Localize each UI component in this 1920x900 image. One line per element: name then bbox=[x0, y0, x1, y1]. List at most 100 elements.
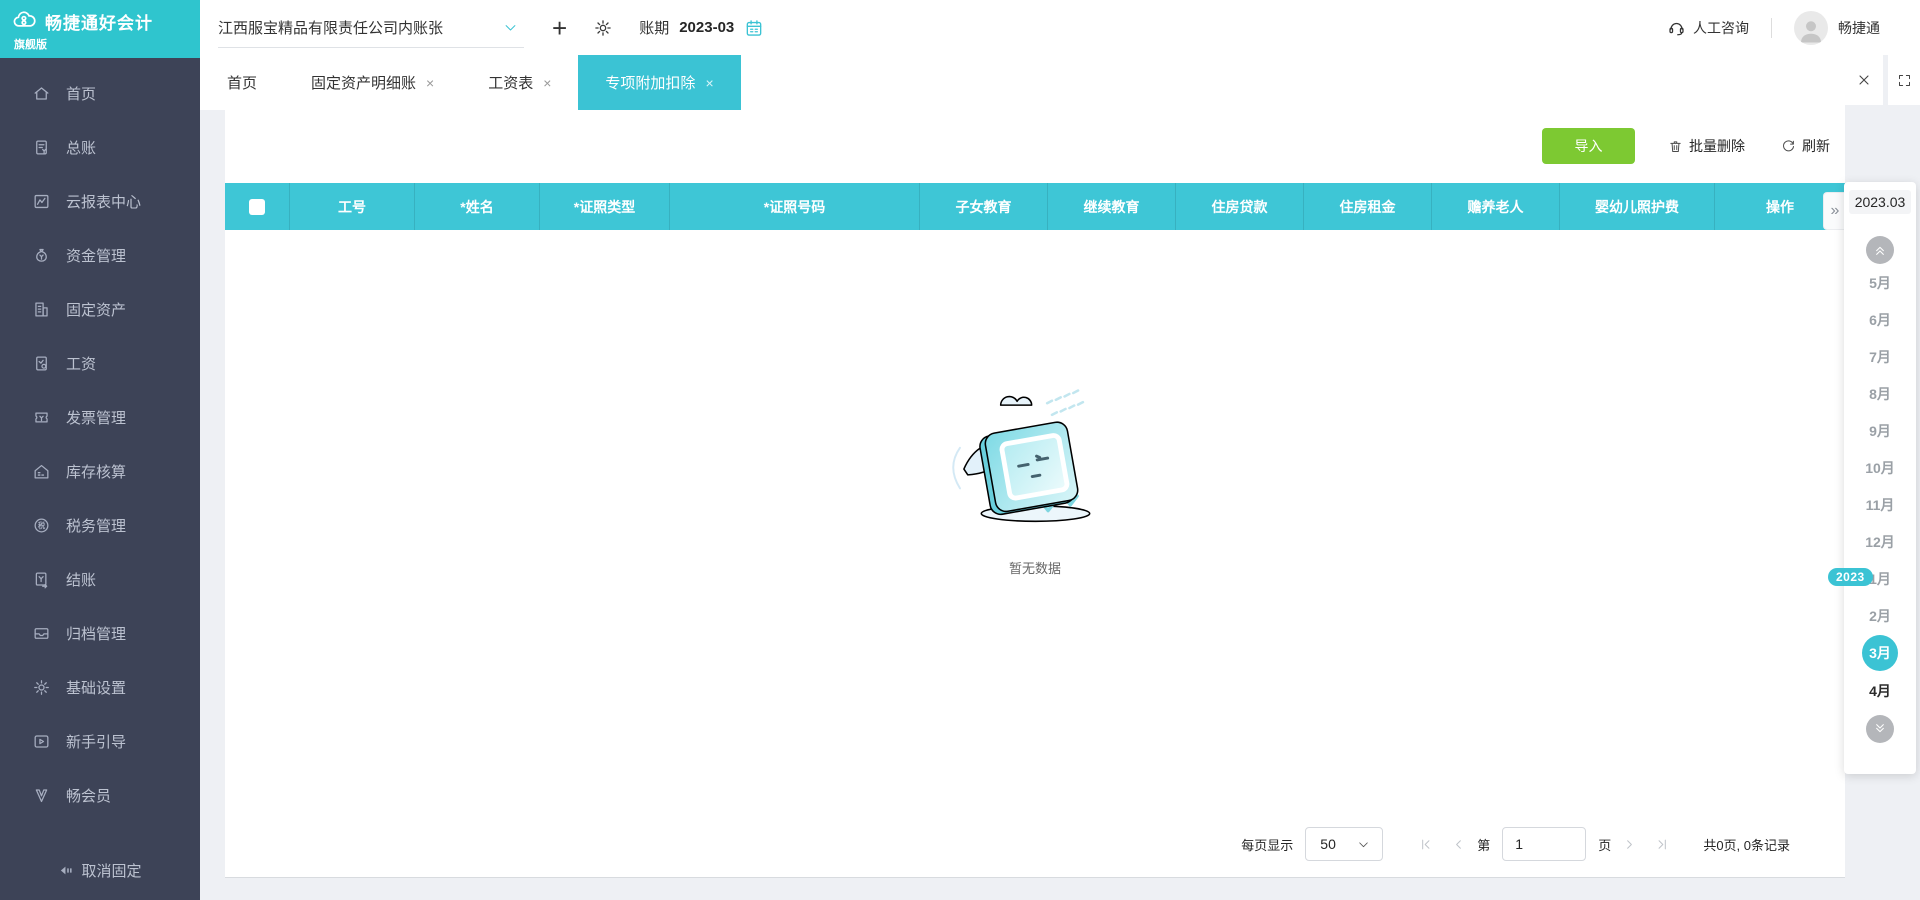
month-item[interactable]: 7月 bbox=[1860, 338, 1900, 375]
column-header: 工号 bbox=[290, 183, 415, 230]
sidebar-item-label: 新手引导 bbox=[66, 733, 127, 751]
topbar: 江西服宝精品有限责任公司内账张 + 账期 2023-03 人工咨询 畅捷通 bbox=[200, 0, 1920, 55]
tab-label: 首页 bbox=[227, 75, 258, 92]
funds-icon bbox=[32, 246, 51, 265]
page-prefix: 第 bbox=[1477, 837, 1491, 853]
tab-home[interactable]: 首页 bbox=[200, 55, 284, 110]
select-all-checkbox[interactable] bbox=[249, 198, 265, 215]
per-page-value: 50 bbox=[1320, 836, 1336, 852]
close-all-tabs-button[interactable] bbox=[1845, 55, 1883, 105]
tabbar: 首页 固定资产明细账 × 工资表 × 专项附加扣除 × bbox=[200, 55, 1920, 110]
main-content: 导入 批量删除 刷新 工号 *姓名 *证照类型 *证照号码 子女教育 继续教育 住房贷款 住房 bbox=[200, 110, 1920, 900]
date-panel-collapse-button[interactable]: » bbox=[1823, 192, 1846, 230]
sidebar-item-label: 首页 bbox=[66, 85, 97, 103]
company-selector[interactable]: 江西服宝精品有限责任公司内账张 bbox=[218, 0, 525, 55]
sidebar-item-label: 发票管理 bbox=[66, 409, 127, 427]
page-number-input[interactable] bbox=[1502, 827, 1587, 861]
import-button[interactable]: 导入 bbox=[1542, 128, 1635, 164]
records-summary: 共0页, 0条记录 bbox=[1703, 837, 1790, 853]
tab-label: 工资表 bbox=[488, 75, 534, 92]
tab-label: 专项附加扣除 bbox=[605, 75, 696, 92]
sidebar-item-inventory[interactable]: 库存核算 bbox=[0, 444, 200, 498]
month-item[interactable]: 11月 bbox=[1860, 486, 1900, 523]
closing-icon bbox=[32, 570, 51, 589]
prev-page-button[interactable] bbox=[1451, 837, 1466, 852]
first-page-button[interactable] bbox=[1418, 837, 1433, 852]
fullscreen-icon[interactable] bbox=[1888, 55, 1920, 105]
report-icon bbox=[32, 192, 51, 211]
member-icon bbox=[32, 786, 51, 805]
empty-text: 暂无数据 bbox=[1008, 561, 1061, 576]
month-item[interactable]: 12月 bbox=[1860, 523, 1900, 560]
sidebar-item-label: 库存核算 bbox=[66, 463, 127, 481]
per-page-select[interactable]: 50 bbox=[1305, 827, 1384, 861]
month-item[interactable]: 10月 bbox=[1860, 449, 1900, 486]
calendar-icon[interactable] bbox=[744, 18, 764, 38]
gear-icon[interactable] bbox=[593, 18, 613, 38]
tax-icon: 税 bbox=[32, 516, 51, 535]
cloud-logo-icon bbox=[12, 8, 38, 34]
month-item[interactable]: 8月 bbox=[1860, 375, 1900, 412]
chevron-down-icon bbox=[1357, 838, 1370, 851]
settings-icon bbox=[32, 678, 51, 697]
refresh-button[interactable]: 刷新 bbox=[1781, 136, 1830, 156]
sidebar-item-invoice[interactable]: 发票管理 bbox=[0, 390, 200, 444]
home-icon bbox=[32, 84, 51, 103]
sidebar-item-funds[interactable]: 资金管理 bbox=[0, 228, 200, 282]
per-page-label: 每页显示 bbox=[1241, 837, 1294, 853]
column-header: *姓名 bbox=[415, 183, 540, 230]
batch-delete-button[interactable]: 批量删除 bbox=[1668, 136, 1745, 156]
refresh-label: 刷新 bbox=[1802, 138, 1830, 154]
sidebar-item-tax[interactable]: 税 税务管理 bbox=[0, 498, 200, 552]
brand-name: 畅捷通好会计 bbox=[45, 13, 153, 33]
sidebar-item-closing[interactable]: 结账 bbox=[0, 552, 200, 606]
ledger-icon bbox=[32, 138, 51, 157]
tabs-strip: 首页 固定资产明细账 × 工资表 × 专项附加扣除 × bbox=[200, 55, 1845, 110]
month-item[interactable]: 9月 bbox=[1860, 412, 1900, 449]
close-tab-icon[interactable]: × bbox=[543, 75, 551, 91]
close-tab-icon[interactable]: × bbox=[426, 75, 434, 91]
column-header: 赡养老人 bbox=[1432, 183, 1560, 230]
unpin-sidebar-button[interactable]: 取消固定 bbox=[0, 850, 200, 890]
scroll-down-icon[interactable] bbox=[1866, 715, 1894, 743]
next-page-button[interactable] bbox=[1622, 837, 1637, 852]
year-badge: 2023 bbox=[1828, 568, 1873, 586]
sidebar-item-assets[interactable]: 固定资产 bbox=[0, 282, 200, 336]
sidebar-item-label: 结账 bbox=[66, 571, 97, 589]
month-item[interactable]: 6月 bbox=[1860, 301, 1900, 338]
sidebar-item-reports[interactable]: 云报表中心 bbox=[0, 174, 200, 228]
month-item[interactable]: 2月 bbox=[1860, 597, 1900, 634]
column-header: 住房租金 bbox=[1304, 183, 1432, 230]
sidebar-item-member[interactable]: 畅会员 bbox=[0, 768, 200, 822]
tab-payroll-sheet[interactable]: 工资表 × bbox=[461, 55, 578, 110]
sidebar-item-archive[interactable]: 归档管理 bbox=[0, 606, 200, 660]
close-tab-icon[interactable]: × bbox=[705, 75, 713, 91]
sidebar-item-settings[interactable]: 基础设置 bbox=[0, 660, 200, 714]
sidebar-item-payroll[interactable]: 工资 bbox=[0, 336, 200, 390]
sidebar-item-ledger[interactable]: 总账 bbox=[0, 120, 200, 174]
avatar[interactable] bbox=[1794, 10, 1828, 45]
tab-special-deduction[interactable]: 专项附加扣除 × bbox=[578, 55, 741, 110]
inventory-icon bbox=[32, 462, 51, 481]
month-item[interactable]: 4月 bbox=[1860, 672, 1900, 709]
month-item-selected[interactable]: 3月 bbox=[1862, 635, 1898, 671]
support-link[interactable]: 人工咨询 bbox=[1667, 18, 1749, 38]
sidebar-item-label: 工资 bbox=[66, 355, 97, 373]
month-item[interactable]: 5月 bbox=[1860, 264, 1900, 301]
company-name: 江西服宝精品有限责任公司内账张 bbox=[218, 20, 444, 37]
month-list: 5月 6月 7月 8月 9月 10月 11月 12月 1月 2月 3月 4月 bbox=[1860, 264, 1900, 709]
payroll-icon bbox=[32, 354, 51, 373]
scroll-up-icon[interactable] bbox=[1866, 236, 1894, 264]
add-account-button[interactable]: + bbox=[552, 15, 567, 41]
sidebar-item-home[interactable]: 首页 bbox=[0, 66, 200, 120]
sidebar-item-label: 资金管理 bbox=[66, 247, 127, 265]
support-label: 人工咨询 bbox=[1693, 19, 1749, 36]
last-page-button[interactable] bbox=[1655, 837, 1670, 852]
username: 畅捷通 bbox=[1838, 19, 1880, 36]
tab-label: 固定资产明细账 bbox=[311, 75, 417, 92]
sidebar-item-guide[interactable]: 新手引导 bbox=[0, 714, 200, 768]
batch-delete-label: 批量删除 bbox=[1689, 138, 1745, 154]
tab-fixed-asset-ledger[interactable]: 固定资产明细账 × bbox=[284, 55, 461, 110]
headset-icon bbox=[1667, 18, 1686, 37]
asset-icon bbox=[32, 300, 51, 319]
